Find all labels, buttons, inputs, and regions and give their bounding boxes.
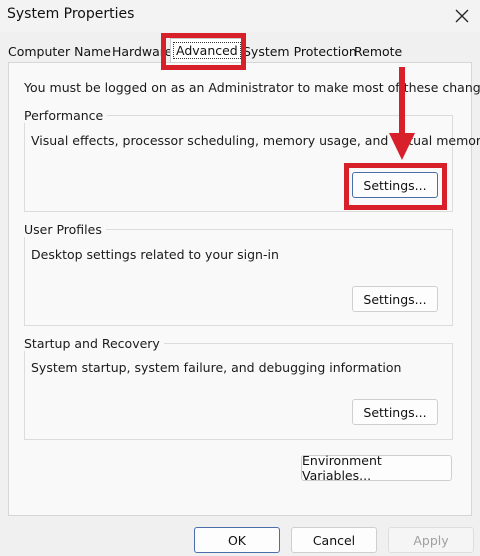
close-icon [455, 9, 469, 23]
tab-computer-name[interactable]: Computer Name [8, 42, 111, 62]
startup-recovery-group [24, 343, 453, 440]
title-bar: System Properties [0, 0, 480, 32]
user-profiles-group-label: User Profiles [24, 222, 106, 237]
environment-variables-button[interactable]: Environment Variables... [301, 453, 452, 483]
tab-system-protection[interactable]: System Protection [243, 42, 357, 62]
tab-remote[interactable]: Remote [354, 42, 402, 62]
tab-strip: Computer Name Hardware Advanced System P… [0, 38, 480, 63]
startup-recovery-description: System startup, system failure, and debu… [31, 360, 402, 375]
performance-settings-button[interactable]: Settings... [352, 172, 438, 198]
close-button[interactable] [444, 0, 480, 32]
window-title: System Properties [7, 6, 135, 22]
startup-recovery-group-label: Startup and Recovery [24, 336, 164, 351]
tab-advanced-label: Advanced [173, 42, 241, 59]
performance-description: Visual effects, processor scheduling, me… [31, 133, 480, 148]
tab-advanced[interactable]: Advanced [170, 38, 244, 63]
cancel-button[interactable]: Cancel [291, 527, 377, 553]
user-profiles-settings-button[interactable]: Settings... [352, 286, 438, 312]
tab-hardware[interactable]: Hardware [112, 42, 172, 62]
apply-button[interactable]: Apply [388, 527, 474, 553]
admin-notice-text: You must be logged on as an Administrato… [24, 80, 480, 95]
user-profiles-description: Desktop settings related to your sign-in [31, 247, 279, 262]
performance-group-label: Performance [24, 108, 108, 123]
startup-recovery-settings-button[interactable]: Settings... [352, 399, 438, 425]
ok-button[interactable]: OK [194, 527, 280, 553]
